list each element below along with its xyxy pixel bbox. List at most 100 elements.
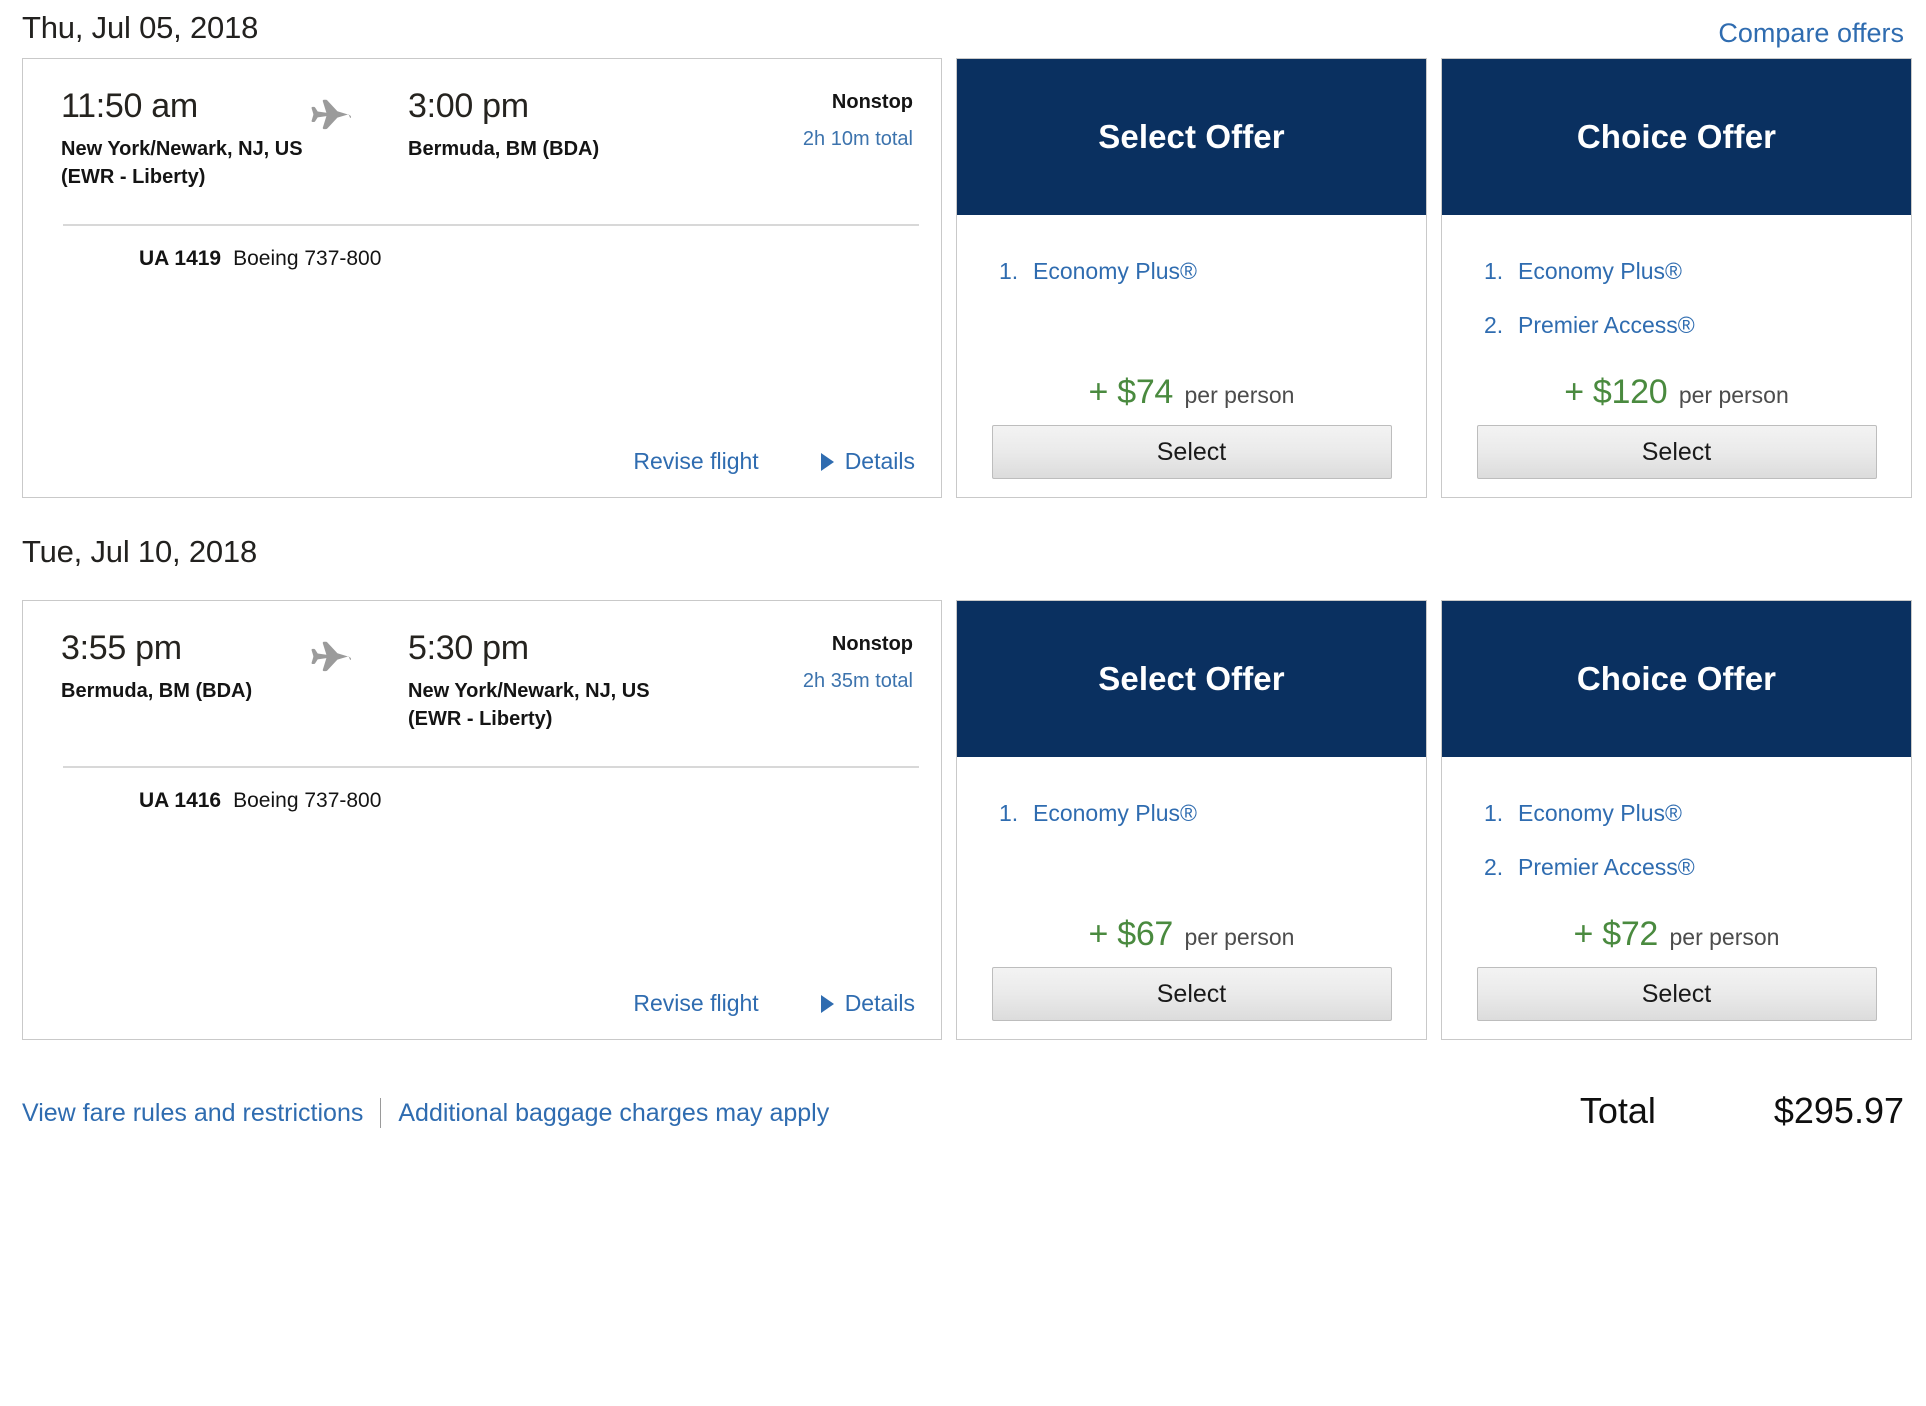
segment-1-choice-offer-price-unit: per person (1678, 382, 1789, 408)
segment-2-divider (63, 766, 919, 768)
segment-1-depart-time: 11:50 am (61, 87, 198, 125)
benefit-item[interactable]: 2. Premier Access® (1484, 311, 1911, 340)
segment-1-duration[interactable]: 2h 10m total (653, 128, 913, 151)
total-value: $295.97 (1773, 1090, 1904, 1131)
benefit-number: 2. (1484, 853, 1504, 880)
airplane-icon (301, 97, 353, 137)
total-block: Total $295.97 (1580, 1090, 1904, 1132)
segment-1-flight-info: UA 1419 Boeing 737-800 (139, 247, 381, 271)
segment-1-aircraft: Boeing 737-800 (233, 247, 382, 270)
segment-2-revise-flight-link[interactable]: Revise flight (633, 990, 758, 1017)
fare-rules-link[interactable]: View fare rules and restrictions (22, 1099, 363, 1128)
benefit-label: Economy Plus® (1518, 258, 1682, 284)
segment-2-select-offer-title: Select Offer (957, 601, 1426, 757)
segment-2-stops: Nonstop (831, 633, 913, 655)
caret-right-icon (820, 452, 834, 471)
segment-1-details-label: Details (844, 448, 915, 474)
segment-1-select-offer-benefits: 1. Economy Plus® (957, 257, 1426, 286)
segment-2-select-offer-price-unit: per person (1184, 924, 1295, 950)
benefit-label: Economy Plus® (1033, 800, 1197, 826)
segment-2-flight-info: UA 1416 Boeing 737-800 (139, 789, 381, 813)
segment-1-choice-offer-panel: Choice Offer 1. Economy Plus® 2. Premier… (1441, 58, 1912, 498)
segment-2-choice-offer-select-button[interactable]: Select (1476, 967, 1877, 1021)
segment-1-stops: Nonstop (831, 91, 913, 113)
segment-1-flight-number: UA 1419 (139, 247, 222, 270)
segment-2-details-label: Details (844, 990, 915, 1016)
segment-1-choice-offer-price-row: + $120 per person (1442, 373, 1911, 412)
segment-2-flight-summary: 3:55 pm Bermuda, BM (BDA) 5:30 pm New Yo… (23, 601, 941, 761)
benefit-number: 1. (1484, 800, 1504, 826)
segment-2-flight-number: UA 1416 (139, 789, 222, 812)
segment-1-select-offer-price-unit: per person (1184, 382, 1295, 408)
segment-1-date-heading: Thu, Jul 05, 2018 (22, 10, 259, 45)
benefit-item[interactable]: 1. Economy Plus® (1484, 799, 1911, 828)
segment-2-choice-offer-price-row: + $72 per person (1442, 915, 1911, 954)
segment-2-departure: 3:55 pm Bermuda, BM (BDA) (61, 629, 311, 705)
segment-1-details-link[interactable]: Details (820, 448, 915, 475)
segment-2-aircraft: Boeing 737-800 (233, 789, 382, 812)
segment-2-duration[interactable]: 2h 35m total (653, 670, 913, 693)
segment-1-choice-offer-benefits: 1. Economy Plus® 2. Premier Access® (1442, 257, 1911, 340)
segment-1-meta: Nonstop 2h 10m total (653, 89, 913, 151)
segment-2-select-offer-panel: Select Offer 1. Economy Plus® + $67 per … (956, 600, 1427, 1040)
segment-2-select-offer-select-button[interactable]: Select (991, 967, 1392, 1021)
segment-1-flight-summary: 11:50 am New York/Newark, NJ, US (EWR - … (23, 59, 941, 219)
segment-2-details-link[interactable]: Details (820, 990, 915, 1017)
compare-offers-link[interactable]: Compare offers (1718, 18, 1904, 49)
segment-1-card-actions: Revise flight Details (633, 448, 915, 475)
segment-1-choice-offer-body: 1. Economy Plus® 2. Premier Access® + $1… (1442, 215, 1911, 497)
segment-1-choice-offer-title: Choice Offer (1442, 59, 1911, 215)
segment-2-flight-card: 3:55 pm Bermuda, BM (BDA) 5:30 pm New Yo… (22, 600, 942, 1040)
segment-1-choice-offer-price: + $120 (1564, 373, 1668, 411)
segment-1-choice-offer-select-button[interactable]: Select (1476, 425, 1877, 479)
segment-1-choice-offer-footer: + $120 per person Select (1442, 373, 1911, 479)
segment-1-select-offer-body: 1. Economy Plus® + $74 per person Select (957, 215, 1426, 497)
footer-links: View fare rules and restrictions Additio… (22, 1098, 829, 1128)
segment-2-choice-offer-panel: Choice Offer 1. Economy Plus® 2. Premier… (1441, 600, 1912, 1040)
segment-2-meta: Nonstop 2h 35m total (653, 631, 913, 693)
segment-2-select-offer-body: 1. Economy Plus® + $67 per person Select (957, 757, 1426, 1039)
benefit-number: 1. (1484, 258, 1504, 284)
segment-1-select-offer-select-button[interactable]: Select (991, 425, 1392, 479)
segment-2-choice-offer-footer: + $72 per person Select (1442, 915, 1911, 1021)
benefit-item[interactable]: 1. Economy Plus® (1484, 257, 1911, 286)
segment-1-itinerary: 11:50 am New York/Newark, NJ, US (EWR - … (22, 58, 1912, 498)
segment-1-flight-card: 11:50 am New York/Newark, NJ, US (EWR - … (22, 58, 942, 498)
segment-2-choice-offer-price: + $72 (1573, 915, 1659, 953)
segment-1-divider (63, 224, 919, 226)
baggage-charges-link[interactable]: Additional baggage charges may apply (398, 1099, 829, 1128)
segment-2-choice-offer-benefits: 1. Economy Plus® 2. Premier Access® (1442, 799, 1911, 882)
benefit-label: Economy Plus® (1518, 800, 1682, 826)
benefit-label: Premier Access® (1518, 853, 1695, 880)
footer-divider (380, 1098, 382, 1128)
segment-2-depart-airport: Bermuda, BM (BDA) (61, 680, 253, 703)
segment-1-depart-airport: New York/Newark, NJ, US (EWR - Liberty) (61, 138, 303, 189)
segment-2-itinerary: 3:55 pm Bermuda, BM (BDA) 5:30 pm New Yo… (22, 600, 1912, 1040)
benefit-number: 1. (999, 800, 1019, 826)
segment-2-date-heading: Tue, Jul 10, 2018 (22, 534, 258, 569)
benefit-label: Economy Plus® (1033, 258, 1197, 284)
segment-2-card-actions: Revise flight Details (633, 990, 915, 1017)
segment-2-choice-offer-title: Choice Offer (1442, 601, 1911, 757)
segment-1-select-offer-price: + $74 (1088, 373, 1174, 411)
segment-2-select-offer-benefits: 1. Economy Plus® (957, 799, 1426, 828)
benefit-label: Premier Access® (1518, 311, 1695, 338)
benefit-number: 1. (999, 258, 1019, 284)
airplane-icon (301, 639, 353, 679)
caret-right-icon (820, 994, 834, 1013)
segment-2-select-offer-price-row: + $67 per person (957, 915, 1426, 954)
benefit-item[interactable]: 1. Economy Plus® (999, 799, 1426, 828)
benefit-item[interactable]: 2. Premier Access® (1484, 853, 1911, 882)
segment-1-select-offer-price-row: + $74 per person (957, 373, 1426, 412)
segment-1-topbar: Thu, Jul 05, 2018 Compare offers (22, 0, 1904, 58)
segment-2-choice-offer-body: 1. Economy Plus® 2. Premier Access® + $7… (1442, 757, 1911, 1039)
segment-1-departure: 11:50 am New York/Newark, NJ, US (EWR - … (61, 87, 311, 192)
total-label: Total (1579, 1090, 1656, 1131)
segment-1-select-offer-footer: + $74 per person Select (957, 373, 1426, 479)
segment-2-choice-offer-price-unit: per person (1669, 924, 1780, 950)
segment-1-select-offer-title: Select Offer (957, 59, 1426, 215)
segment-1-revise-flight-link[interactable]: Revise flight (633, 448, 758, 475)
segment-2-depart-time: 3:55 pm (61, 629, 182, 667)
benefit-item[interactable]: 1. Economy Plus® (999, 257, 1426, 286)
benefit-number: 2. (1484, 311, 1504, 338)
